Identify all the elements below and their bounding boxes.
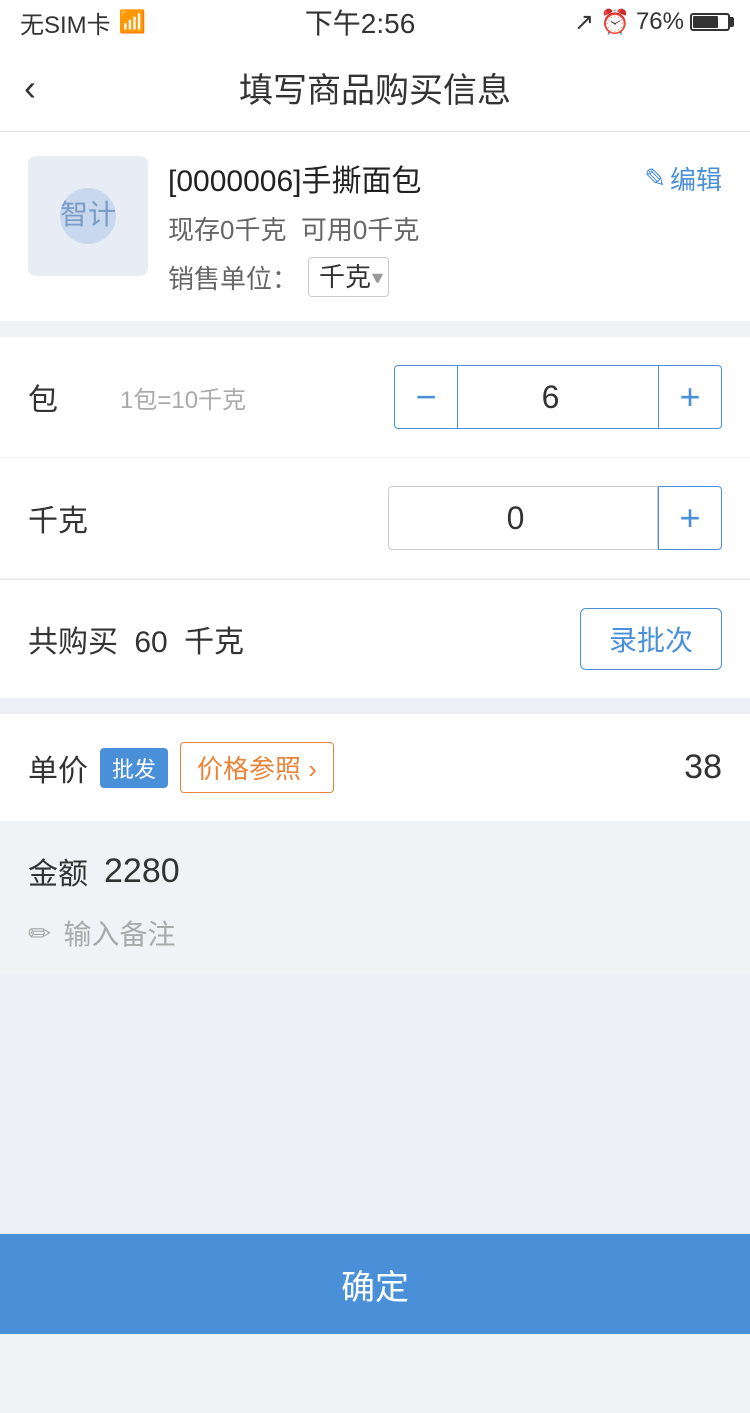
remark-row[interactable]: ✏ 输入备注: [28, 913, 722, 953]
status-right: ↗ ⏰ 76%: [574, 8, 730, 37]
price-label: 单价: [28, 746, 88, 790]
summary-text: 共购买 60 千克: [28, 617, 244, 661]
price-ref-button[interactable]: 价格参照 ›: [180, 742, 334, 793]
bao-plus-button[interactable]: +: [658, 365, 722, 429]
bao-minus-button[interactable]: −: [394, 365, 458, 429]
nav-bar: ‹ 填写商品购买信息: [0, 44, 750, 132]
price-value: 38: [684, 748, 722, 787]
product-logo-icon: 智计: [58, 186, 118, 246]
bao-label: 包: [28, 375, 108, 419]
product-unit-row: 销售单位： 千克 ▾: [168, 257, 722, 297]
summary-row: 共购买 60 千克 录批次: [0, 579, 750, 698]
product-stock: 现存0千克 可用0千克: [168, 210, 722, 247]
bao-input[interactable]: [458, 365, 658, 429]
bao-controls: − +: [394, 365, 722, 429]
kg-label: 千克: [28, 496, 108, 540]
svg-text:智计: 智计: [60, 199, 116, 230]
kg-plus-button[interactable]: +: [658, 486, 722, 550]
status-time: 下午2:56: [305, 2, 416, 42]
edit-remark-icon: ✏: [28, 917, 51, 950]
record-batch-button[interactable]: 录批次: [580, 608, 722, 670]
product-info: [0000006]手撕面包 现存0千克 可用0千克 销售单位： 千克 ▾: [168, 156, 722, 297]
amount-section: 金额 2280 ✏ 输入备注: [0, 821, 750, 973]
product-image: 智计: [28, 156, 148, 276]
edit-icon: ✎: [644, 163, 666, 194]
confirm-bar[interactable]: 确定: [0, 1234, 750, 1334]
location-icon: ↗: [574, 8, 594, 37]
amount-label: 金额: [28, 849, 88, 893]
price-row: 单价 批发 价格参照 › 38: [28, 742, 722, 793]
status-left: 无SIM卡 📶: [20, 5, 146, 40]
product-name: [0000006]手撕面包: [168, 156, 722, 200]
battery-icon: [690, 13, 730, 31]
kg-input[interactable]: [388, 486, 658, 550]
battery-text: 76%: [636, 8, 684, 36]
price-tag: 批发: [100, 748, 168, 788]
unit-select-wrap[interactable]: 千克 ▾: [308, 257, 389, 297]
remark-placeholder: 输入备注: [63, 913, 175, 953]
edit-button[interactable]: ✎ 编辑: [644, 160, 722, 197]
price-section: 单价 批发 价格参照 › 38: [0, 714, 750, 821]
carrier-text: 无SIM卡: [20, 5, 111, 40]
price-label-group: 单价 批发 价格参照 ›: [28, 742, 334, 793]
back-button[interactable]: ‹: [24, 67, 36, 109]
kg-quantity-row: 千克 +: [0, 458, 750, 579]
status-bar: 无SIM卡 📶 下午2:56 ↗ ⏰ 76%: [0, 0, 750, 44]
separator-1: [0, 698, 750, 714]
quantity-section: 包 1包=10千克 − + 千克 + 共购买 60 千克 录批次: [0, 337, 750, 698]
unit-select[interactable]: 千克: [308, 257, 389, 297]
bao-hint: 1包=10千克: [120, 380, 394, 415]
page-title: 填写商品购买信息: [239, 63, 511, 112]
kg-controls: +: [388, 486, 722, 550]
product-card: 智计 [0000006]手撕面包 现存0千克 可用0千克 销售单位： 千克 ▾: [0, 132, 750, 321]
amount-value: 2280: [104, 852, 180, 891]
confirm-text: 确定: [341, 1260, 409, 1309]
amount-row: 金额 2280: [28, 849, 722, 893]
wifi-icon: 📶: [119, 9, 146, 35]
alarm-icon: ⏰: [600, 8, 630, 37]
bao-quantity-row: 包 1包=10千克 − +: [0, 337, 750, 458]
summary-value: 60: [134, 626, 167, 659]
